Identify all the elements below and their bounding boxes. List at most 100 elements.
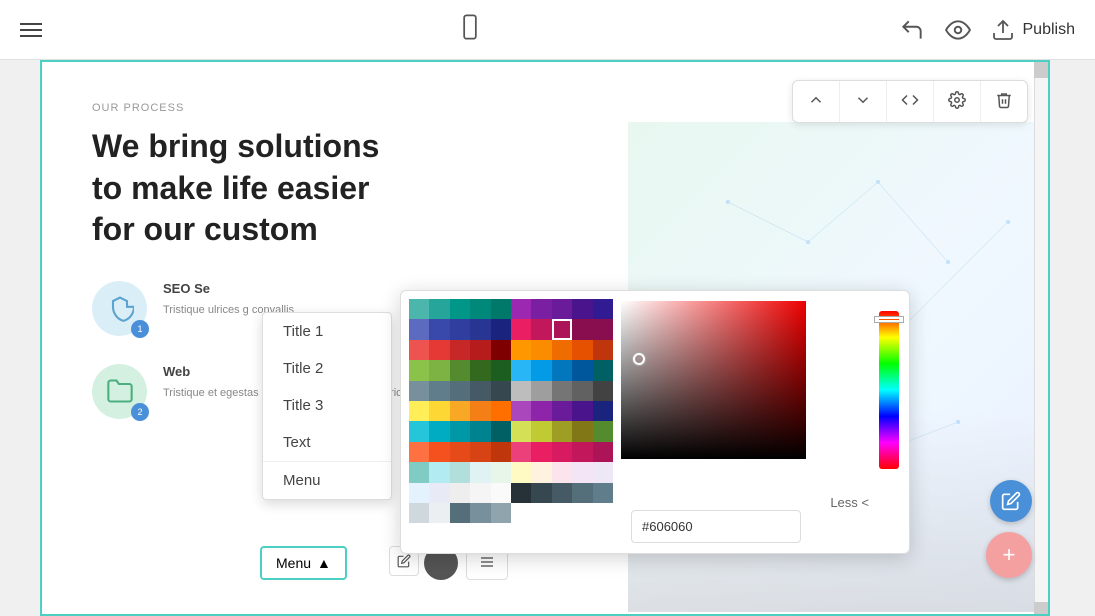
color-swatch[interactable] bbox=[470, 340, 490, 360]
menu-dropdown-button[interactable]: Menu ▲ bbox=[260, 546, 347, 580]
color-swatch[interactable] bbox=[450, 340, 470, 360]
color-swatch[interactable] bbox=[409, 462, 429, 482]
color-swatch[interactable] bbox=[593, 360, 613, 380]
color-swatch[interactable] bbox=[531, 381, 551, 401]
color-swatch[interactable] bbox=[511, 401, 531, 421]
rainbow-cursor[interactable] bbox=[875, 317, 903, 322]
color-swatch[interactable] bbox=[552, 401, 572, 421]
color-swatch[interactable] bbox=[593, 462, 613, 482]
color-swatch[interactable] bbox=[470, 462, 490, 482]
color-swatch[interactable] bbox=[593, 442, 613, 462]
color-swatch[interactable] bbox=[409, 442, 429, 462]
color-swatch[interactable] bbox=[429, 340, 449, 360]
color-swatch[interactable] bbox=[511, 442, 531, 462]
color-swatch[interactable] bbox=[450, 381, 470, 401]
color-swatch[interactable] bbox=[450, 319, 470, 339]
color-swatch[interactable] bbox=[531, 340, 551, 360]
color-swatch[interactable] bbox=[491, 340, 511, 360]
color-swatch[interactable] bbox=[470, 421, 490, 441]
color-swatch[interactable] bbox=[552, 462, 572, 482]
move-down-button[interactable] bbox=[840, 81, 887, 122]
color-swatch[interactable] bbox=[531, 442, 551, 462]
preview-icon[interactable] bbox=[945, 17, 971, 43]
mobile-preview-icon[interactable] bbox=[456, 13, 484, 46]
color-swatch[interactable] bbox=[409, 319, 429, 339]
color-swatch[interactable] bbox=[470, 299, 490, 319]
color-swatch[interactable] bbox=[491, 421, 511, 441]
color-swatch[interactable] bbox=[552, 442, 572, 462]
delete-button[interactable] bbox=[981, 81, 1027, 122]
color-swatch[interactable] bbox=[450, 442, 470, 462]
color-swatch[interactable] bbox=[450, 462, 470, 482]
color-swatch[interactable] bbox=[491, 299, 511, 319]
color-swatch[interactable] bbox=[593, 319, 613, 339]
color-swatch[interactable] bbox=[572, 340, 592, 360]
color-swatch[interactable] bbox=[470, 381, 490, 401]
color-swatch[interactable] bbox=[470, 442, 490, 462]
color-swatch[interactable] bbox=[409, 381, 429, 401]
menu-icon[interactable] bbox=[20, 23, 42, 37]
less-button[interactable]: Less < bbox=[830, 495, 869, 510]
gradient-cursor[interactable] bbox=[633, 353, 645, 365]
color-swatch[interactable] bbox=[491, 319, 511, 339]
color-swatch[interactable] bbox=[593, 401, 613, 421]
color-swatch[interactable] bbox=[450, 360, 470, 380]
color-swatch[interactable] bbox=[511, 299, 531, 319]
color-swatch[interactable] bbox=[450, 299, 470, 319]
color-swatch[interactable] bbox=[593, 421, 613, 441]
color-swatch[interactable] bbox=[511, 462, 531, 482]
color-swatch[interactable] bbox=[429, 462, 449, 482]
color-swatch[interactable] bbox=[409, 360, 429, 380]
color-swatch[interactable] bbox=[429, 442, 449, 462]
color-swatch[interactable] bbox=[429, 401, 449, 421]
color-swatch[interactable] bbox=[531, 401, 551, 421]
color-swatch[interactable] bbox=[593, 340, 613, 360]
publish-button[interactable]: Publish bbox=[991, 18, 1075, 42]
fab-edit-button[interactable] bbox=[990, 480, 1032, 522]
color-swatch[interactable] bbox=[429, 381, 449, 401]
hex-input[interactable] bbox=[631, 510, 801, 543]
color-swatch[interactable] bbox=[511, 421, 531, 441]
color-swatch[interactable] bbox=[552, 319, 572, 339]
color-swatch[interactable] bbox=[511, 340, 531, 360]
color-swatch[interactable] bbox=[531, 360, 551, 380]
color-swatch[interactable] bbox=[491, 442, 511, 462]
color-swatch[interactable] bbox=[429, 319, 449, 339]
fab-add-button[interactable]: + bbox=[986, 532, 1032, 578]
settings-button[interactable] bbox=[934, 81, 981, 122]
color-swatch[interactable] bbox=[409, 401, 429, 421]
color-swatch[interactable] bbox=[552, 421, 572, 441]
color-swatch[interactable] bbox=[552, 360, 572, 380]
color-swatch[interactable] bbox=[491, 360, 511, 380]
color-swatch[interactable] bbox=[552, 299, 572, 319]
color-swatch[interactable] bbox=[593, 299, 613, 319]
color-swatch[interactable] bbox=[572, 319, 592, 339]
color-swatch[interactable] bbox=[572, 421, 592, 441]
context-menu-item-title3[interactable]: Title 3 bbox=[263, 387, 391, 424]
color-swatch[interactable] bbox=[409, 340, 429, 360]
gradient-main-area[interactable] bbox=[621, 301, 806, 459]
color-swatch[interactable] bbox=[572, 442, 592, 462]
context-menu-item-text[interactable]: Text bbox=[263, 424, 391, 462]
color-swatch[interactable] bbox=[572, 462, 592, 482]
color-swatch[interactable] bbox=[470, 401, 490, 421]
context-menu-item-menu[interactable]: Menu bbox=[263, 462, 391, 499]
color-swatch[interactable] bbox=[491, 381, 511, 401]
color-swatch[interactable] bbox=[572, 401, 592, 421]
color-swatch[interactable] bbox=[511, 360, 531, 380]
color-swatch[interactable] bbox=[470, 360, 490, 380]
color-swatch[interactable] bbox=[429, 360, 449, 380]
color-swatch[interactable] bbox=[531, 299, 551, 319]
color-swatch[interactable] bbox=[511, 319, 531, 339]
color-swatch[interactable] bbox=[409, 299, 429, 319]
color-swatch[interactable] bbox=[552, 381, 572, 401]
color-swatch[interactable] bbox=[531, 421, 551, 441]
color-swatch[interactable] bbox=[593, 381, 613, 401]
context-menu-item-title2[interactable]: Title 2 bbox=[263, 350, 391, 387]
color-swatch[interactable] bbox=[572, 381, 592, 401]
color-swatch[interactable] bbox=[429, 299, 449, 319]
color-swatch[interactable] bbox=[409, 421, 429, 441]
color-swatch[interactable] bbox=[572, 360, 592, 380]
move-up-button[interactable] bbox=[793, 81, 840, 122]
color-swatch[interactable] bbox=[511, 381, 531, 401]
